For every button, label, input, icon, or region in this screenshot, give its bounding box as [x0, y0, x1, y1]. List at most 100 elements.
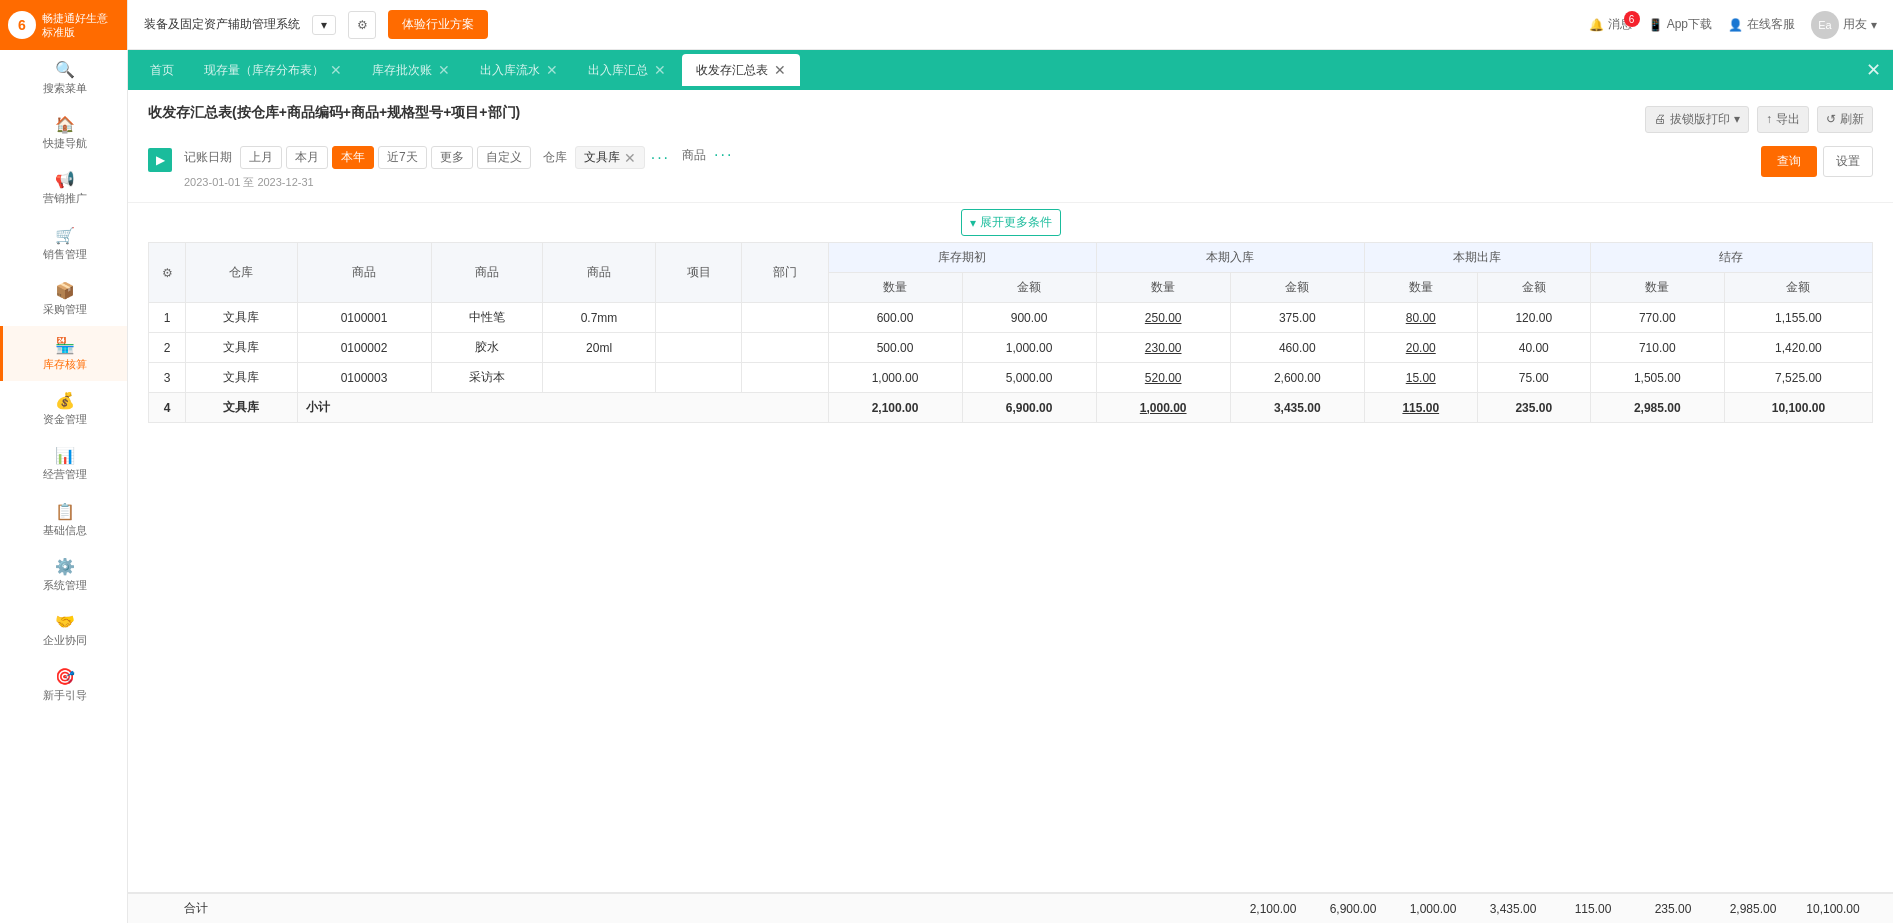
- filter-toggle-button[interactable]: ▶: [148, 148, 172, 172]
- sidebar-item-guide[interactable]: 🎯新手引导: [0, 657, 127, 712]
- row-open-qty: 500.00: [828, 333, 962, 363]
- sub-open-amt: 6,900.00: [962, 393, 1096, 423]
- col-warehouse-header: 仓库: [186, 243, 298, 303]
- sidebar-item-sales[interactable]: 🛒 销售管理: [0, 216, 127, 271]
- tab-close-batch[interactable]: ✕: [438, 63, 450, 77]
- tab-close-flow[interactable]: ✕: [546, 63, 558, 77]
- row-dept: [742, 333, 828, 363]
- row-no: 1: [149, 303, 186, 333]
- tab-close-collect_summary[interactable]: ✕: [774, 63, 786, 77]
- sidebar-item-inventory[interactable]: 🏪库存核算: [0, 326, 127, 381]
- date-btn-近7天[interactable]: 近7天: [378, 146, 427, 169]
- tab-label-inventory_dist: 现存量（库存分布表）: [204, 62, 324, 79]
- column-settings-button[interactable]: 设置: [1823, 146, 1873, 177]
- tab-label-batch: 库存批次账: [372, 62, 432, 79]
- row-open-qty: 1,000.00: [828, 363, 962, 393]
- in-qty-link[interactable]: 250.00: [1145, 311, 1182, 325]
- sidebar-item-basic[interactable]: 📋基础信息: [0, 492, 127, 547]
- sidebar-label-search: 搜索菜单: [43, 82, 87, 95]
- col-project-header: 项目: [656, 243, 742, 303]
- row-code: 0100002: [297, 333, 431, 363]
- close-all-tabs-icon[interactable]: ✕: [1862, 55, 1885, 85]
- app-download-action[interactable]: 📱 App下载: [1648, 16, 1712, 33]
- sidebar-label-marketing: 营销推广: [43, 192, 87, 205]
- dropdown-arrow-icon: ▾: [321, 18, 327, 32]
- refresh-icon: ↺: [1826, 112, 1836, 126]
- in-qty-link[interactable]: 230.00: [1145, 341, 1182, 355]
- operation-icon: 📊: [55, 446, 75, 465]
- table-settings-icon[interactable]: ⚙: [157, 263, 177, 283]
- out-qty-link[interactable]: 15.00: [1406, 371, 1436, 385]
- sidebar-item-search[interactable]: 🔍搜索菜单: [0, 50, 127, 105]
- print-dropdown-icon: ▾: [1734, 112, 1740, 126]
- system-dropdown[interactable]: ▾: [312, 15, 336, 35]
- inventory-icon: 🏪: [55, 336, 75, 355]
- row-bal-qty: 770.00: [1590, 303, 1724, 333]
- out-qty-link[interactable]: 80.00: [1406, 311, 1436, 325]
- row-out-qty: 80.00: [1364, 303, 1477, 333]
- sub-out-qty-link[interactable]: 115.00: [1402, 401, 1439, 415]
- sidebar-label-finance: 资金管理: [43, 413, 87, 426]
- tab-collect_summary[interactable]: 收发存汇总表 ✕: [682, 54, 800, 86]
- sales-icon: 🛒: [55, 226, 75, 245]
- sidebar-item-operation[interactable]: 📊经营管理: [0, 436, 127, 491]
- print-button[interactable]: 🖨 拔锁版打印 ▾: [1645, 106, 1749, 133]
- row-warehouse: 文具库: [186, 303, 298, 333]
- tab-summary_inout[interactable]: 出入库汇总 ✕: [574, 54, 680, 86]
- out-qty-link[interactable]: 20.00: [1406, 341, 1436, 355]
- sidebar-item-system[interactable]: ⚙️系统管理: [0, 547, 127, 602]
- sub-in-amt: 3,435.00: [1230, 393, 1364, 423]
- row-in-amt: 2,600.00: [1230, 363, 1364, 393]
- online-service-action[interactable]: 👤 在线客服: [1728, 16, 1795, 33]
- row-code: 0100001: [297, 303, 431, 333]
- export-button[interactable]: ↑ 导出: [1757, 106, 1809, 133]
- sidebar-item-marketing[interactable]: 📢 营销推广: [0, 160, 127, 215]
- sidebar-label-sales: 销售管理: [43, 248, 87, 261]
- query-button[interactable]: 查询: [1761, 146, 1817, 177]
- tab-close-summary_inout[interactable]: ✕: [654, 63, 666, 77]
- topbar: 装备及固定资产辅助管理系统 ▾ ⚙ 体验行业方案 🔔 消息 6 📱 App下载 …: [128, 0, 1893, 50]
- warehouse-more-icon[interactable]: ···: [651, 149, 670, 167]
- date-btn-本年[interactable]: 本年: [332, 146, 374, 169]
- page-title: 收发存汇总表(按仓库+商品编码+商品+规格型号+项目+部门): [148, 104, 520, 122]
- expand-conditions-button[interactable]: ▾ 展开更多条件: [961, 209, 1061, 236]
- table-row: 3 文具库 0100003 采访本 1,000.00 5,000.00 520.…: [149, 363, 1873, 393]
- tab-inventory_dist[interactable]: 现存量（库存分布表） ✕: [190, 54, 356, 86]
- date-btn-本月[interactable]: 本月: [286, 146, 328, 169]
- refresh-button[interactable]: ↺ 刷新: [1817, 106, 1873, 133]
- date-range-display: 2023-01-01 至 2023-12-31: [184, 175, 531, 190]
- in-qty-link[interactable]: 520.00: [1145, 371, 1182, 385]
- warehouse-tag-close-icon[interactable]: ✕: [624, 150, 636, 166]
- goods-more-icon[interactable]: ···: [714, 146, 733, 164]
- row-dept: [742, 363, 828, 393]
- footer-in-qty: 1,000.00: [1393, 902, 1473, 916]
- goods-filter-section: 商品 ···: [682, 146, 733, 164]
- col-bal-amt: 金额: [1724, 273, 1872, 303]
- sidebar-item-quick[interactable]: 🏠快捷导航: [0, 105, 127, 160]
- trial-button[interactable]: 体验行业方案: [388, 10, 488, 39]
- tab-flow[interactable]: 出入库流水 ✕: [466, 54, 572, 86]
- tab-close-inventory_dist[interactable]: ✕: [330, 63, 342, 77]
- col-name-header: 商品: [431, 243, 543, 303]
- tab-batch[interactable]: 库存批次账 ✕: [358, 54, 464, 86]
- date-btn-自定义[interactable]: 自定义: [477, 146, 531, 169]
- sidebar-label-quick: 快捷导航: [43, 137, 87, 150]
- sidebar-item-finance[interactable]: 💰资金管理: [0, 381, 127, 436]
- tab-home[interactable]: 首页: [136, 54, 188, 86]
- sidebar-item-enterprise[interactable]: 🤝企业协同: [0, 602, 127, 657]
- date-filter-section: 记账日期 上月本月本年近7天更多自定义 2023-01-01 至 2023-12…: [184, 146, 531, 190]
- footer-values: 2,100.006,900.001,000.003,435.00115.0023…: [360, 902, 1873, 916]
- date-btn-上月[interactable]: 上月: [240, 146, 282, 169]
- warehouse-tag-group: 文具库 ✕ ···: [575, 146, 670, 169]
- footer-total-label: 合计: [184, 901, 208, 915]
- marketing-icon: 📢: [55, 170, 75, 189]
- sub-in-qty-link[interactable]: 1,000.00: [1140, 401, 1187, 415]
- footer-out-qty: 115.00: [1553, 902, 1633, 916]
- date-btn-更多[interactable]: 更多: [431, 146, 473, 169]
- row-open-amt: 5,000.00: [962, 363, 1096, 393]
- settings-icon[interactable]: ⚙: [348, 11, 376, 39]
- sidebar-item-purchase[interactable]: 📦采购管理: [0, 271, 127, 326]
- notification-action[interactable]: 🔔 消息 6: [1589, 16, 1632, 33]
- row-in-amt: 375.00: [1230, 303, 1364, 333]
- user-menu[interactable]: Ea 用友 ▾: [1811, 11, 1877, 39]
